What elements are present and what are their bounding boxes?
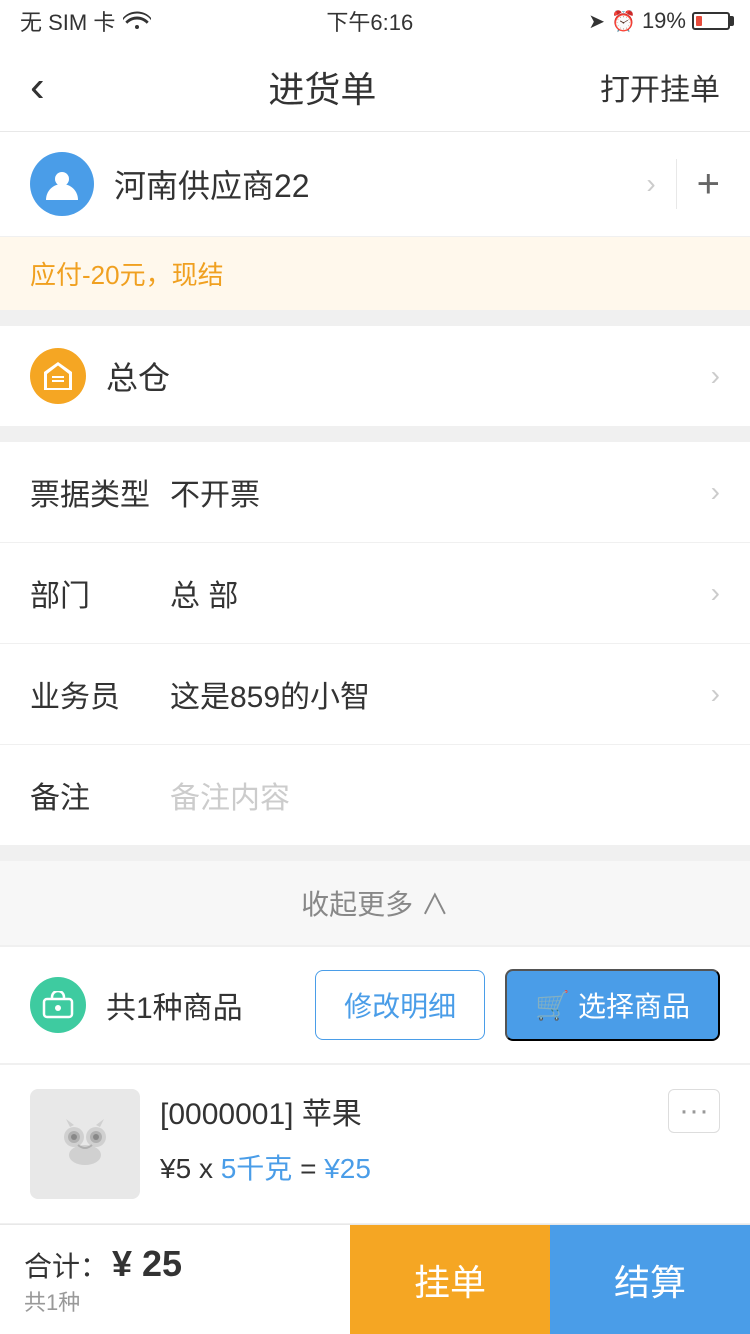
invoice-type-value: 不开票: [170, 470, 711, 514]
total-section: 合计： ¥ 25 共1种: [0, 1225, 350, 1334]
warehouse-icon: [30, 348, 86, 404]
bottom-bar: 合计： ¥ 25 共1种 挂单 结算: [0, 1224, 750, 1334]
warehouse-chevron-icon: ›: [711, 360, 720, 392]
warehouse-section: 总仓 ›: [0, 326, 750, 426]
product-count: 共1种商品: [106, 983, 295, 1027]
status-bar: 无 SIM 卡 下午6:16 ➤ ⏰ 19%: [0, 0, 750, 42]
price-separator: x: [199, 1153, 221, 1184]
add-supplier-button[interactable]: +: [697, 162, 720, 207]
warehouse-row[interactable]: 总仓 ›: [0, 326, 750, 426]
equals-sign: =: [300, 1153, 324, 1184]
checkout-button[interactable]: 结算: [550, 1225, 750, 1334]
invoice-type-label: 票据类型: [30, 470, 170, 514]
supplier-section: 河南供应商22 › + 应付-20元，现结: [0, 132, 750, 310]
battery-icon: [692, 12, 730, 30]
sales-person-row[interactable]: 业务员 这是859的小智 ›: [0, 644, 750, 745]
supplier-row[interactable]: 河南供应商22 › +: [0, 132, 750, 237]
product-qty: 5千克: [221, 1153, 293, 1184]
invoice-chevron-icon: ›: [711, 476, 720, 508]
warehouse-name: 总仓: [106, 353, 711, 399]
supplier-notice: 应付-20元，现结: [0, 237, 750, 310]
open-hang-button[interactable]: 打开挂单: [600, 65, 720, 109]
product-info: [0000001] 苹果 ¥5 x 5千克 = ¥25: [160, 1089, 648, 1187]
sales-person-chevron-icon: ›: [711, 678, 720, 710]
product-thumbnail: [30, 1089, 140, 1199]
carrier-text: 无 SIM 卡: [20, 5, 115, 37]
product-icon: [30, 977, 86, 1033]
department-chevron-icon: ›: [711, 577, 720, 609]
product-name: [0000001] 苹果: [160, 1089, 648, 1133]
unit-price: ¥5: [160, 1153, 191, 1184]
supplier-avatar: [30, 152, 94, 216]
department-value: 总 部: [170, 571, 711, 615]
product-more-button[interactable]: ···: [668, 1089, 720, 1133]
nav-bar: ‹ 进货单 打开挂单: [0, 42, 750, 132]
supplier-chevron-icon: ›: [646, 168, 655, 200]
sales-person-value: 这是859的小智: [170, 672, 711, 716]
supplier-name: 河南供应商22: [114, 161, 646, 207]
remark-row[interactable]: 备注 备注内容: [0, 745, 750, 845]
edit-detail-button[interactable]: 修改明细: [315, 970, 485, 1040]
product-header: 共1种商品 修改明细 🛒 选择商品: [0, 947, 750, 1063]
content-area: 河南供应商22 › + 应付-20元，现结 总仓 › 票据类型 不开票 › 部门…: [0, 132, 750, 1223]
sales-person-label: 业务员: [30, 672, 170, 716]
status-time: 下午6:16: [326, 5, 413, 37]
back-button[interactable]: ‹: [30, 62, 45, 112]
remark-label: 备注: [30, 773, 170, 817]
location-icon: ➤: [588, 9, 605, 34]
total-count: 共1种: [24, 1285, 326, 1317]
department-row[interactable]: 部门 总 部 ›: [0, 543, 750, 644]
fields-section: 票据类型 不开票 › 部门 总 部 › 业务员 这是859的小智 › 备注 备注…: [0, 442, 750, 845]
product-price: ¥5 x 5千克 = ¥25: [160, 1147, 648, 1187]
invoice-type-row[interactable]: 票据类型 不开票 ›: [0, 442, 750, 543]
status-right: ➤ ⏰ 19%: [588, 8, 730, 34]
product-total: ¥25: [324, 1153, 371, 1184]
product-title-text: 苹果: [302, 1098, 362, 1131]
select-product-label: 选择商品: [578, 985, 690, 1025]
remark-placeholder: 备注内容: [170, 773, 720, 817]
battery-percent: 19%: [642, 8, 686, 34]
hang-button[interactable]: 挂单: [350, 1225, 550, 1334]
supplier-divider: [676, 159, 677, 209]
product-item: [0000001] 苹果 ¥5 x 5千克 = ¥25 ···: [0, 1065, 750, 1223]
status-left: 无 SIM 卡: [20, 5, 151, 37]
department-label: 部门: [30, 571, 170, 615]
page-title: 进货单: [268, 61, 376, 113]
collapse-bar[interactable]: 收起更多 ∧: [0, 861, 750, 945]
total-label: 合计：: [24, 1245, 108, 1285]
total-amount: ¥ 25: [112, 1243, 182, 1285]
cart-icon: 🛒: [535, 989, 570, 1022]
product-id: [0000001]: [160, 1098, 293, 1131]
select-product-button[interactable]: 🛒 选择商品: [505, 969, 720, 1041]
alarm-icon: ⏰: [611, 9, 636, 34]
wifi-icon: [123, 7, 151, 35]
